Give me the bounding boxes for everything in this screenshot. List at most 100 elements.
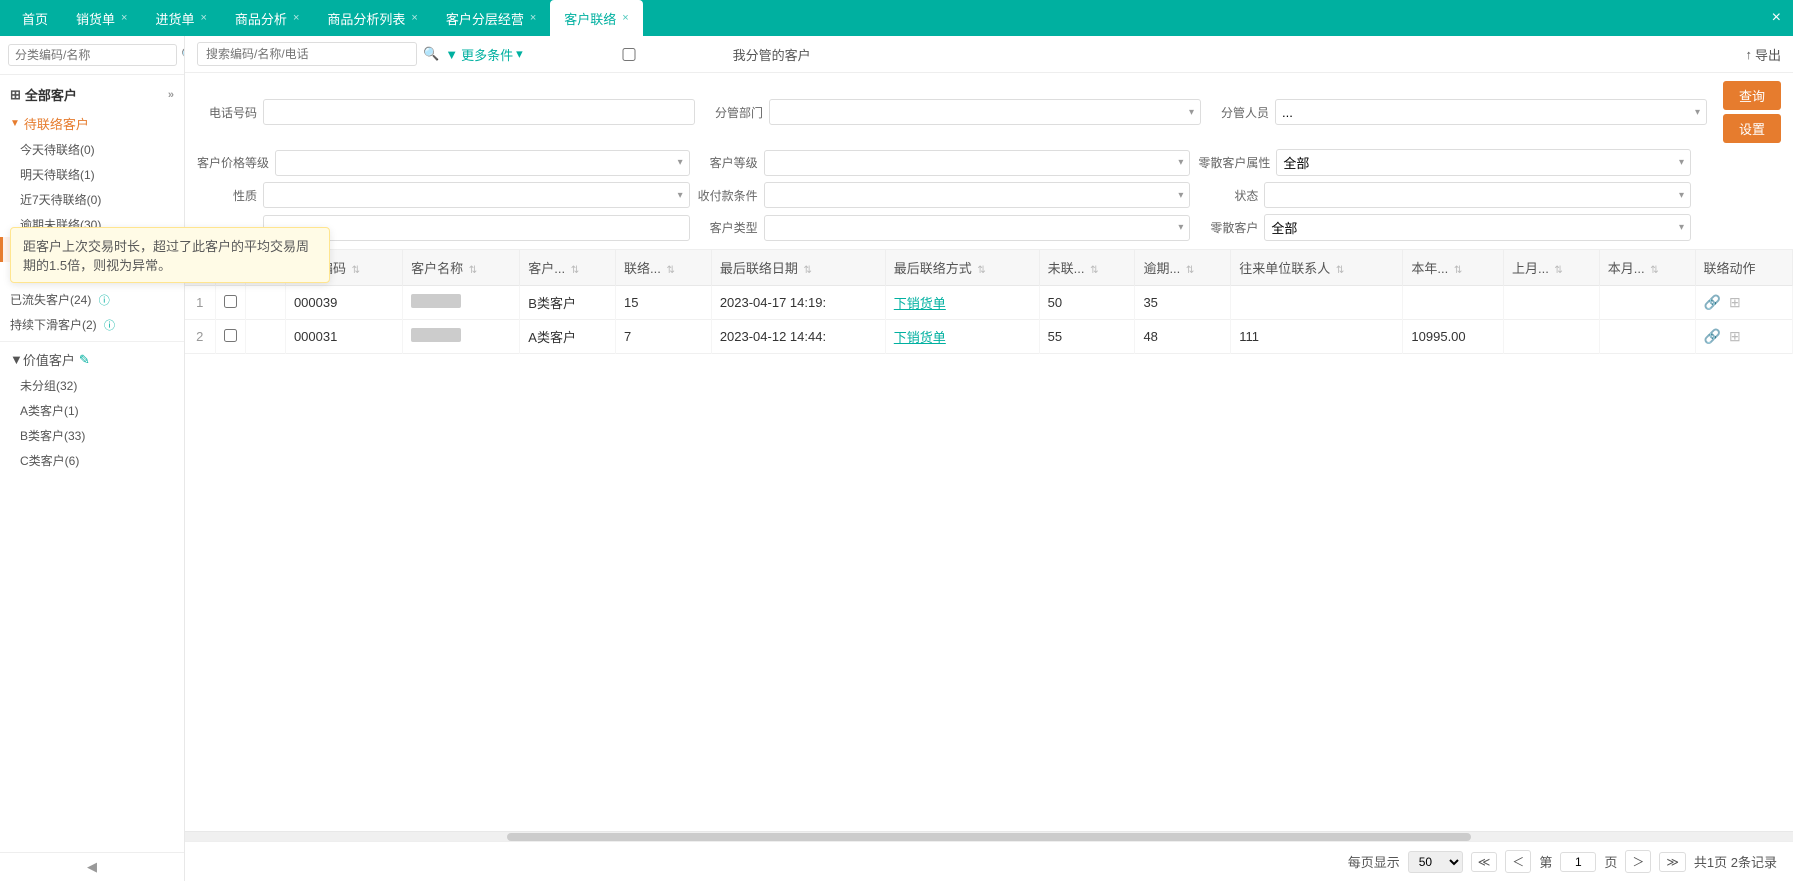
more-conditions-button[interactable]: ▼ 更多条件 ▾ (445, 45, 522, 64)
col-this-year[interactable]: 本年... ⇅ (1403, 250, 1504, 286)
phone-input[interactable] (263, 99, 695, 125)
row-actions-2: 🔗 ⊞ (1695, 320, 1793, 354)
current-page-input[interactable] (1560, 852, 1596, 872)
my-customers-checkbox-label[interactable]: 我分管的客户 (529, 45, 811, 64)
chevron-down-icon: ▾ (1178, 190, 1183, 201)
sidebar-item-7days[interactable]: 近7天待联络(0) (0, 187, 184, 212)
page-size-select[interactable]: 50 20 100 (1408, 851, 1463, 873)
col-category[interactable]: 客户... ⇅ (520, 250, 616, 286)
row-num-1: 1 (185, 286, 215, 320)
horizontal-scrollbar[interactable] (185, 831, 1793, 841)
col-last-contact-date[interactable]: 最后联络日期 ⇅ (711, 250, 885, 286)
chevron-down-icon: ▾ (1679, 190, 1684, 201)
prev-page-button[interactable]: ＜ (1505, 850, 1531, 873)
first-page-button[interactable]: ≪ (1471, 852, 1498, 872)
sidebar-group-pending[interactable]: ▼ 待联络客户 (0, 110, 184, 137)
col-last-contact-method[interactable]: 最后联络方式 ⇅ (885, 250, 1039, 286)
close-icon[interactable]: × (622, 12, 628, 24)
nav-sales-order[interactable]: 销货单 × (62, 0, 141, 36)
data-table: ⚙ 客户编码 ⇅ 客户名称 ⇅ 客户... ⇅ 联络... ⇅ 最后联络日期 ⇅… (185, 250, 1793, 354)
close-icon[interactable]: × (530, 12, 536, 24)
query-button[interactable]: 查询 (1723, 81, 1781, 110)
dept-select[interactable]: ▾ (769, 99, 1201, 125)
close-icon[interactable]: × (121, 12, 127, 24)
grid-icon: ⊞ (10, 87, 21, 103)
pagination: 每页显示 50 20 100 ≪ ＜ 第 页 ＞ ≫ 共1页 2条记录 (185, 841, 1793, 881)
nav-product-analysis-list[interactable]: 商品分析列表 × (313, 0, 431, 36)
sidebar-item-class-b[interactable]: B类客户(33) (0, 423, 184, 448)
nav-customer-stratify[interactable]: 客户分层经营 × (432, 0, 550, 36)
window-close-icon[interactable]: × (1772, 9, 1781, 27)
col-overdue[interactable]: 逾期... ⇅ (1135, 250, 1231, 286)
table-row: 2 000031 A类客户 7 2023-04-12 14:44: 下销货单 5… (185, 320, 1793, 354)
col-uncontacted[interactable]: 未联... ⇅ (1039, 250, 1135, 286)
close-icon[interactable]: × (200, 12, 206, 24)
last-page-button[interactable]: ≫ (1659, 852, 1686, 872)
next-page-button[interactable]: ＞ (1625, 850, 1651, 873)
retail-attr-select[interactable]: 全部 ▾ (1276, 149, 1691, 176)
scrollbar-thumb[interactable] (507, 833, 1472, 841)
row-company-contact-2: 111 (1231, 320, 1403, 354)
customer-type-select[interactable]: ▾ (764, 215, 1191, 241)
price-grade-label: 客户价格等级 (197, 154, 269, 171)
sidebar-item-tomorrow[interactable]: 明天待联络(1) (0, 162, 184, 187)
nature-select[interactable]: ▾ (263, 182, 690, 208)
retail-customer-select[interactable]: 全部 ▾ (1264, 214, 1691, 241)
status-select[interactable]: ▾ (1264, 182, 1691, 208)
grid-action-icon[interactable]: ⊞ (1729, 294, 1741, 311)
row-checkbox-1[interactable] (215, 286, 245, 320)
settings-button[interactable]: 设置 (1723, 114, 1781, 143)
row-last-contact-method-1[interactable]: 下销货单 (885, 286, 1039, 320)
filter-field-customer-type: 客户类型 ▾ (698, 215, 1191, 241)
sidebar-item-today[interactable]: 今天待联络(0) (0, 137, 184, 162)
chevron-down-icon: ▾ (1679, 222, 1684, 233)
nav-purchase-order[interactable]: 进货单 × (141, 0, 220, 36)
sidebar-item-unclassified[interactable]: 未分组(32) (0, 373, 184, 398)
price-grade-select[interactable]: ▾ (275, 150, 690, 176)
row-last-contact-method-2[interactable]: 下销货单 (885, 320, 1039, 354)
payment-select[interactable]: ▾ (764, 182, 1191, 208)
collapse-icon[interactable]: » (168, 89, 174, 101)
my-customers-checkbox[interactable] (529, 48, 729, 61)
sidebar-bottom-arrow[interactable]: ◀ (0, 852, 184, 881)
sidebar-group-value[interactable]: ▼ 价值客户 ✎ (0, 346, 184, 373)
filter-field-payment: 收付款条件 ▾ (698, 182, 1191, 208)
filter-field-phone: 电话号码 (197, 99, 695, 125)
edit-icon[interactable]: ✎ (79, 352, 90, 368)
sidebar-item-class-a[interactable]: A类客户(1) (0, 398, 184, 423)
close-icon[interactable]: × (411, 12, 417, 24)
nav-home[interactable]: 首页 (8, 0, 62, 36)
sidebar-item-class-c[interactable]: C类客户(6) (0, 448, 184, 473)
search-icon[interactable]: 🔍 (423, 46, 439, 62)
dept-label: 分管部门 (703, 104, 763, 121)
filter-field-retail-attr: 零散客户属性 全部 ▾ (1198, 149, 1691, 176)
close-icon[interactable]: × (293, 12, 299, 24)
col-this-month[interactable]: 本月... ⇅ (1599, 250, 1695, 286)
col-name[interactable]: 客户名称 ⇅ (403, 250, 520, 286)
sidebar-item-churned[interactable]: 已流失客户(24) ⓘ (0, 287, 184, 312)
manager-select[interactable]: ... ▾ (1275, 99, 1707, 125)
row-checkbox-2[interactable] (215, 320, 245, 354)
sidebar-item-declining[interactable]: 持续下滑客户(2) ⓘ (0, 312, 184, 337)
link-action-icon[interactable]: 🔗 (1704, 294, 1721, 311)
filter-row-4: ... 客户类型 ▾ 零散客户 全部 ▾ (197, 214, 1781, 241)
chevron-down-icon: ▾ (1178, 222, 1183, 233)
col-contact[interactable]: 联络... ⇅ (616, 250, 712, 286)
link-action-icon[interactable]: 🔗 (1704, 328, 1721, 345)
nav-product-analysis[interactable]: 商品分析 × (221, 0, 313, 36)
customer-type-label: 客户类型 (698, 219, 758, 236)
row-category-1: B类客户 (520, 286, 616, 320)
search-input[interactable] (197, 42, 417, 66)
customer-grade-select[interactable]: ▾ (764, 150, 1191, 176)
sidebar-search-input[interactable] (8, 44, 177, 66)
grid-action-icon[interactable]: ⊞ (1729, 328, 1741, 345)
nav-customer-contact[interactable]: 客户联络 × (550, 0, 642, 36)
export-button[interactable]: ↑ 导出 (1745, 45, 1781, 64)
col-company-contact[interactable]: 往来单位联系人 ⇅ (1231, 250, 1403, 286)
table-header-row: ⚙ 客户编码 ⇅ 客户名称 ⇅ 客户... ⇅ 联络... ⇅ 最后联络日期 ⇅… (185, 250, 1793, 286)
export-icon: ↑ (1745, 47, 1752, 62)
col-last-month[interactable]: 上月... ⇅ (1503, 250, 1599, 286)
sidebar-all-customers[interactable]: ⊞ 全部客户 » (0, 79, 184, 110)
content-area: 🔍 ▼ 更多条件 ▾ 我分管的客户 ↑ 导出 电话号码 (185, 36, 1793, 881)
chevron-down-icon: ▾ (678, 157, 683, 168)
